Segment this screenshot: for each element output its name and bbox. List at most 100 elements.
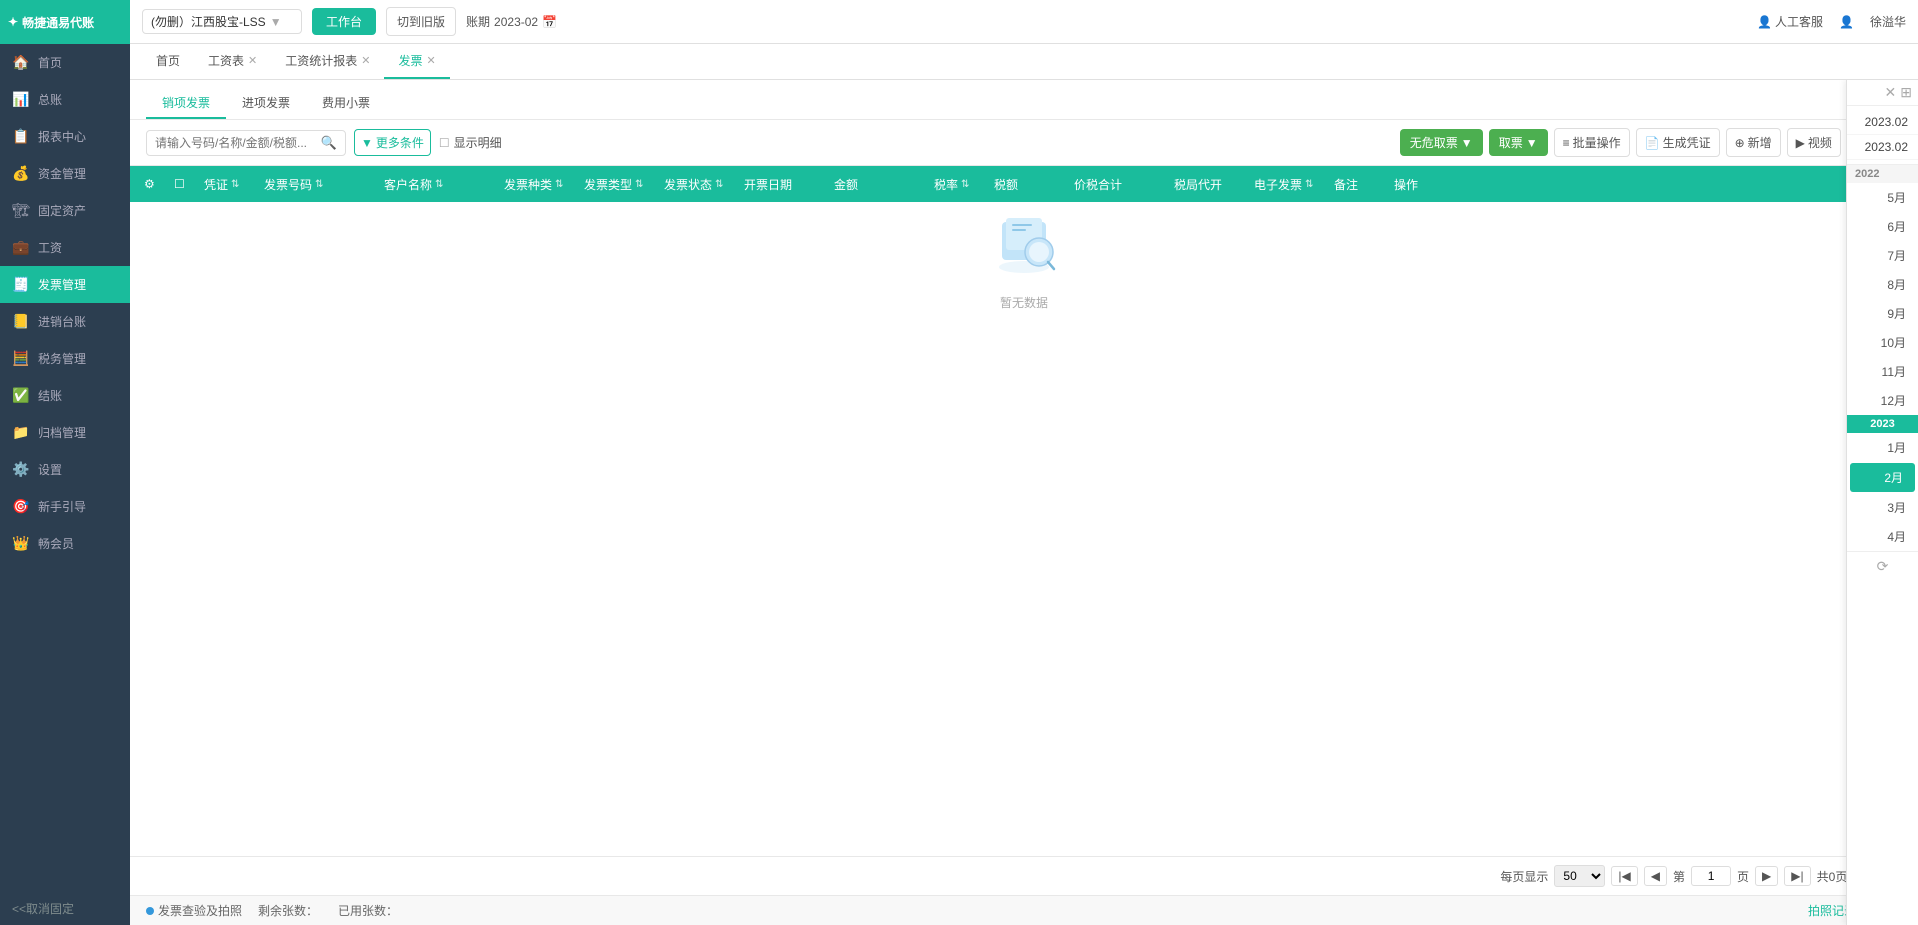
search-box[interactable]: 🔍 [146, 130, 346, 156]
sidebar-item-member[interactable]: 👑 畅会员 [0, 525, 130, 562]
batch-label: 批量操作 [1573, 134, 1621, 151]
date-month-6[interactable]: 6月 [1847, 212, 1918, 241]
sidebar-label-ledger: 总账 [38, 91, 62, 108]
tab-salary-report[interactable]: 工资统计报表 ✕ [271, 44, 384, 79]
table-body: 暂无数据 [130, 202, 1918, 856]
pagination-right: 每页显示 50 100 200 |◀ ◀ 第 页 ▶ ▶| 共0页，0条记录 [1500, 865, 1902, 887]
batch-op-btn[interactable]: ≡ 批量操作 [1554, 128, 1630, 157]
subtab-sales-invoice[interactable]: 销项发票 [146, 88, 226, 119]
switch-button[interactable]: 切到旧版 [386, 7, 456, 36]
new-icon: ⊕ [1735, 136, 1745, 150]
tab-salary-close[interactable]: ✕ [248, 54, 257, 67]
sort-tax-rate-icon[interactable]: ⇅ [961, 179, 969, 190]
sales-icon: 📒 [12, 313, 30, 330]
sort-voucher-icon[interactable]: ⇅ [231, 179, 239, 190]
last-page-btn[interactable]: ▶| [1784, 866, 1810, 886]
date-month-5[interactable]: 5月 [1847, 183, 1918, 212]
take-label: 取票 [1499, 134, 1523, 151]
more-filters-btn[interactable]: ▼ 更多条件 [354, 129, 431, 156]
date-2023-month-2[interactable]: 2月 [1850, 463, 1915, 492]
tab-invoice-close[interactable]: ✕ [427, 54, 436, 67]
tab-salary[interactable]: 工资表 ✕ [194, 44, 271, 79]
first-page-btn[interactable]: |◀ [1611, 866, 1637, 886]
per-page-label: 每页显示 [1500, 868, 1548, 885]
search-input[interactable] [155, 136, 317, 150]
take-btn[interactable]: 取票 ▼ [1489, 129, 1548, 156]
date-month-10[interactable]: 10月 [1847, 328, 1918, 357]
sort-customer-icon[interactable]: ⇅ [435, 179, 443, 190]
logo-icon: ✦ [8, 15, 18, 29]
date-month-11[interactable]: 11月 [1847, 357, 1918, 386]
tab-home[interactable]: 首页 [142, 44, 194, 79]
sidebar-item-salary[interactable]: 💼 工资 [0, 229, 130, 266]
th-total-label: 价税合计 [1074, 176, 1122, 193]
no-invoice-btn[interactable]: 无危取票 ▼ [1400, 129, 1483, 156]
sidebar-item-tax[interactable]: 🧮 税务管理 [0, 340, 130, 377]
tab-salary-report-close[interactable]: ✕ [361, 54, 370, 67]
subtab-expense-receipt[interactable]: 费用小票 [306, 88, 386, 119]
sidebar-item-assets[interactable]: 🏗 固定资产 [0, 192, 130, 229]
company-dropdown-arrow: ▼ [270, 15, 282, 29]
next-page-btn[interactable]: ▶ [1755, 866, 1778, 886]
period-value: 2023-02 [494, 15, 538, 29]
sidebar-item-ledger[interactable]: 📊 总账 [0, 81, 130, 118]
th-voucher-label: 凭证 [204, 176, 228, 193]
sort-status-icon[interactable]: ⇅ [715, 179, 723, 190]
sidebar-label-tax: 税务管理 [38, 350, 86, 367]
prev-page-btn[interactable]: ◀ [1644, 866, 1667, 886]
sidebar-item-close[interactable]: ✅ 结账 [0, 377, 130, 414]
sidebar-item-home[interactable]: 🏠 首页 [0, 44, 130, 81]
video-label: 视频 [1808, 134, 1832, 151]
page-input[interactable] [1691, 866, 1731, 886]
more-filters-label: 更多条件 [376, 134, 424, 151]
video-icon: ▶ [1796, 136, 1805, 150]
sort-e-invoice-icon[interactable]: ⇅ [1305, 179, 1313, 190]
th-customer-label: 客户名称 [384, 176, 432, 193]
date-panel-scroll-btn[interactable]: ⟳ [1847, 551, 1918, 581]
date-2023-month-3[interactable]: 3月 [1847, 493, 1918, 522]
video-btn[interactable]: ▶ 视频 [1787, 128, 1841, 157]
company-selector[interactable]: (勿删）江西股宝-LSS ▼ [142, 9, 302, 34]
date-quick-2[interactable]: 2023.02 [1847, 135, 1918, 160]
date-month-12[interactable]: 12月 [1847, 386, 1918, 415]
sort-invoice-cat-icon[interactable]: ⇅ [635, 179, 643, 190]
tab-invoice[interactable]: 发票 ✕ [384, 44, 449, 79]
date-month-9[interactable]: 9月 [1847, 299, 1918, 328]
new-btn[interactable]: ⊕ 新增 [1726, 128, 1781, 157]
sidebar-label-reports: 报表中心 [38, 128, 86, 145]
sort-invoice-type-icon[interactable]: ⇅ [555, 179, 563, 190]
username-display[interactable]: 徐溢华 [1870, 13, 1906, 30]
date-2023-month-4[interactable]: 4月 [1847, 522, 1918, 551]
search-icon[interactable]: 🔍 [321, 135, 337, 151]
sidebar-item-reports[interactable]: 📋 报表中心 [0, 118, 130, 155]
sidebar-item-guide[interactable]: 🎯 新手引导 [0, 488, 130, 525]
sidebar-collapse-btn[interactable]: <<取消固定 [0, 892, 130, 925]
date-quick-1[interactable]: 2023.02 [1847, 110, 1918, 135]
per-page-select[interactable]: 50 100 200 [1554, 865, 1605, 887]
finance-icon: 💰 [12, 165, 30, 182]
date-month-7[interactable]: 7月 [1847, 241, 1918, 270]
show-detail-toggle[interactable]: ☐ 显示明细 [439, 134, 502, 151]
date-panel-close-btn[interactable]: ✕ [1885, 84, 1897, 101]
sidebar-item-sales[interactable]: 📒 进销台账 [0, 303, 130, 340]
reports-icon: 📋 [12, 128, 30, 145]
date-panel-expand-btn[interactable]: ⊞ [1900, 84, 1912, 101]
sidebar-item-finance[interactable]: 💰 资金管理 [0, 155, 130, 192]
sort-invoice-no-icon[interactable]: ⇅ [315, 179, 323, 190]
subtab-purchase-invoice[interactable]: 进项发票 [226, 88, 306, 119]
sidebar-item-invoice[interactable]: 🧾 发票管理 [0, 266, 130, 303]
th-invoice-type: 发票种类 ⇅ [498, 176, 578, 193]
customer-service-btn[interactable]: 👤 人工客服 [1757, 13, 1823, 30]
gen-voucher-btn[interactable]: 📄 生成凭证 [1636, 128, 1720, 157]
sidebar-item-settings[interactable]: ⚙️ 设置 [0, 451, 130, 488]
workspace-button[interactable]: 工作台 [312, 8, 376, 35]
th-status-label: 发票状态 [664, 176, 712, 193]
th-tax: 税额 [988, 176, 1068, 193]
sidebar-item-archive[interactable]: 📁 归档管理 [0, 414, 130, 451]
date-month-8[interactable]: 8月 [1847, 270, 1918, 299]
date-2023-month-1[interactable]: 1月 [1847, 433, 1918, 462]
table-header: ⚙ ☐ 凭证 ⇅ 发票号码 ⇅ 客户名称 ⇅ 发票种类 ⇅ 发票类型 ⇅ [130, 166, 1918, 202]
sidebar-label-close: 结账 [38, 387, 62, 404]
th-settings[interactable]: ⚙ [138, 177, 168, 191]
th-check[interactable]: ☐ [168, 177, 198, 191]
